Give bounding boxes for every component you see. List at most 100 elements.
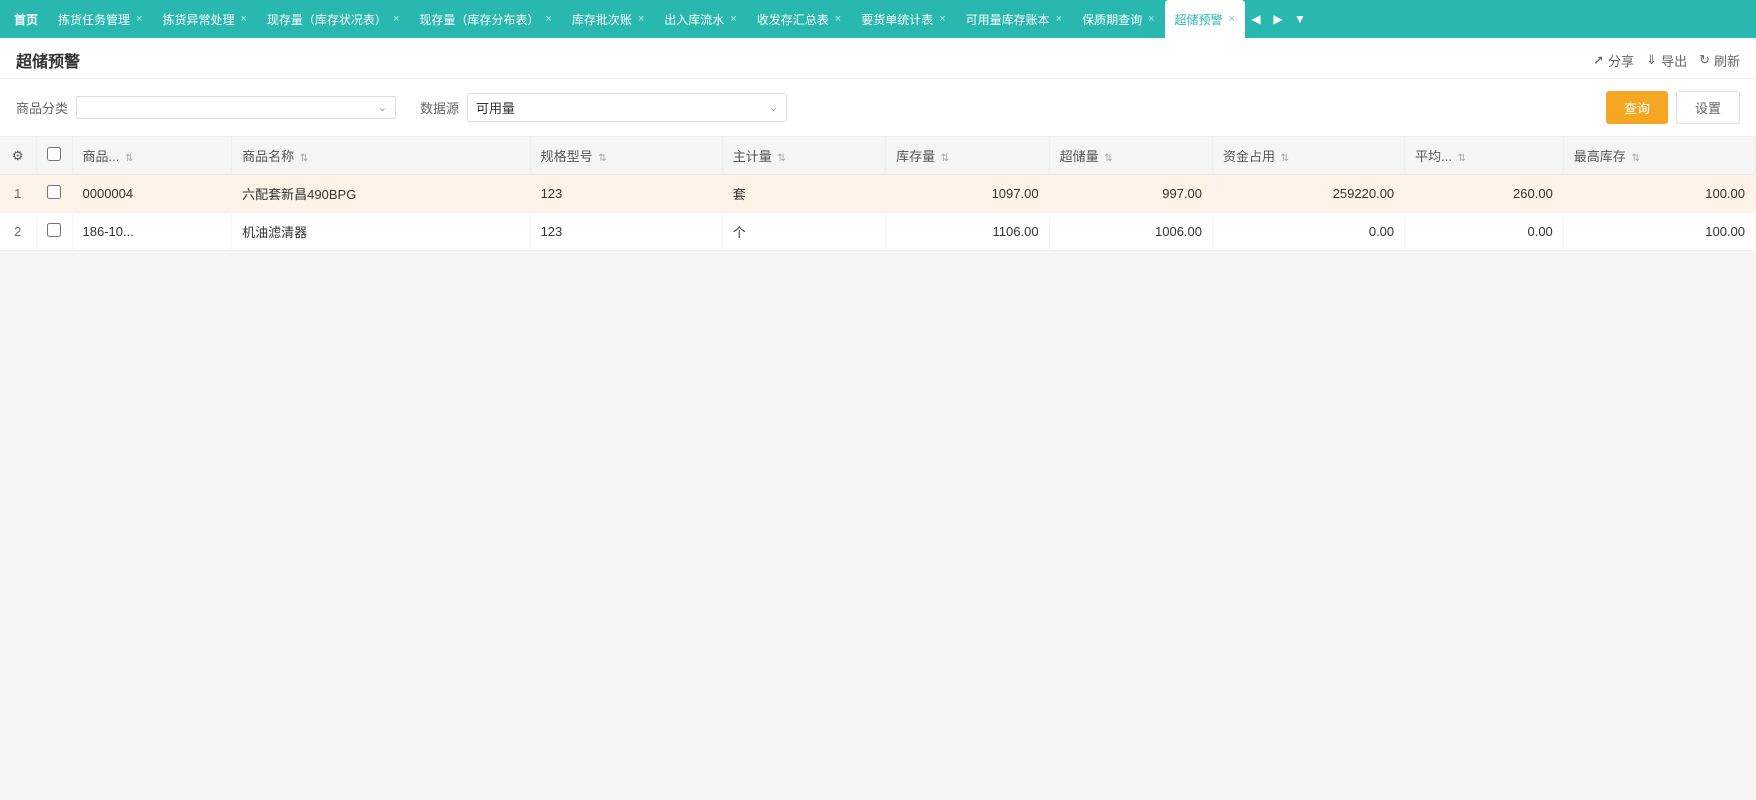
nav-next-arrow[interactable]: ▶ (1267, 0, 1289, 38)
column-stock-label: 库存量 (896, 149, 935, 164)
export-label: 导出 (1661, 51, 1687, 70)
row-checkbox[interactable] (47, 223, 61, 237)
category-label: 商品分类 (16, 98, 68, 117)
filter-buttons: 查询 设置 (1606, 91, 1740, 124)
column-name-label: 商品名称 (242, 149, 294, 164)
column-stock-sort-icon: ⇅ (941, 153, 949, 164)
settings-button[interactable]: 设置 (1676, 91, 1740, 124)
column-name-sort-icon: ⇅ (300, 153, 308, 164)
row-over: 997.00 (1049, 175, 1212, 213)
row-avg: 0.00 (1405, 213, 1564, 251)
column-code[interactable]: 商品... ⇅ (72, 137, 232, 175)
row-stock: 1106.00 (886, 213, 1049, 251)
page-title: 超储预警 (16, 48, 80, 72)
page-header: 超储预警 ➚ 分享 ⇓ 导出 ↻ 刷新 (0, 38, 1756, 79)
column-name[interactable]: 商品名称 ⇅ (232, 137, 530, 175)
nav-tab-expire[interactable]: 保质期查询 × (1072, 0, 1164, 38)
column-over-label: 超储量 (1060, 149, 1099, 164)
export-button[interactable]: ⇓ 导出 (1646, 51, 1687, 70)
row-checkbox[interactable] (47, 185, 61, 199)
nav-tab-exception[interactable]: 拣货异常处理 × (152, 0, 256, 38)
row-max: 100.00 (1563, 213, 1755, 251)
select-all-checkbox[interactable] (47, 147, 61, 161)
nav-tab-exception-close[interactable]: × (240, 13, 246, 25)
column-unit-sort-icon: ⇅ (777, 153, 785, 164)
nav-tab-overstock[interactable]: 超储预警 × (1165, 0, 1245, 38)
datasource-select[interactable]: 可用量 ⌄ (467, 93, 787, 122)
column-unit[interactable]: 主计量 ⇅ (722, 137, 885, 175)
nav-tab-home[interactable]: 首页 (4, 0, 48, 38)
share-label: 分享 (1608, 51, 1634, 70)
nav-tab-avail-close[interactable]: × (1056, 13, 1062, 25)
nav-tab-task[interactable]: 拣货任务管理 × (48, 0, 152, 38)
nav-tab-stock-dist-close[interactable]: × (545, 13, 551, 25)
table-row: 2 186-10... 机油滤清器 123 个 1106.00 1006.00 … (0, 213, 1756, 251)
export-icon: ⇓ (1646, 52, 1657, 68)
nav-tab-expire-close[interactable]: × (1148, 13, 1154, 25)
refresh-button[interactable]: ↻ 刷新 (1699, 51, 1740, 70)
nav-tab-flow[interactable]: 出入库流水 × (654, 0, 746, 38)
category-chevron-icon: ⌄ (378, 101, 387, 114)
column-stock[interactable]: 库存量 ⇅ (886, 137, 1049, 175)
column-settings-gear[interactable]: ⚙ (0, 137, 36, 175)
row-num: 2 (0, 213, 36, 251)
nav-tab-stock-status[interactable]: 现存量（库存状况表） × (257, 0, 409, 38)
nav-tab-overstock-close[interactable]: × (1229, 13, 1235, 25)
nav-tab-order-stat[interactable]: 要货单统计表 × (851, 0, 955, 38)
nav-tab-task-close[interactable]: × (136, 13, 142, 25)
row-checkbox-cell (36, 175, 72, 213)
filter-bar: 商品分类 ⌄ 数据源 可用量 ⌄ 查询 设置 (0, 79, 1756, 137)
nav-tab-avail[interactable]: 可用量库存账本 × (956, 0, 1072, 38)
nav-tab-summary[interactable]: 收发存汇总表 × (747, 0, 851, 38)
datasource-chevron-icon: ⌄ (769, 101, 778, 114)
column-over-sort-icon: ⇅ (1104, 153, 1112, 164)
row-over: 1006.00 (1049, 213, 1212, 251)
nav-tab-order-stat-close[interactable]: × (939, 13, 945, 25)
nav-tab-flow-label: 出入库流水 (664, 11, 724, 28)
row-capital: 259220.00 (1213, 175, 1405, 213)
column-over[interactable]: 超储量 ⇅ (1049, 137, 1212, 175)
row-name: 六配套新昌490BPG (232, 175, 530, 213)
nav-more-arrow[interactable]: ▼ (1289, 0, 1311, 38)
column-avg[interactable]: 平均... ⇅ (1405, 137, 1564, 175)
nav-tab-stock-status-label: 现存量（库存状况表） (267, 11, 387, 28)
nav-tab-summary-close[interactable]: × (835, 13, 841, 25)
nav-tab-home-label: 首页 (14, 11, 38, 28)
row-capital: 0.00 (1213, 213, 1405, 251)
table-body: 1 0000004 六配套新昌490BPG 123 套 1097.00 997.… (0, 175, 1756, 251)
row-unit: 套 (722, 175, 885, 213)
column-capital-label: 资金占用 (1223, 149, 1275, 164)
nav-tab-expire-label: 保质期查询 (1082, 11, 1142, 28)
nav-prev-arrow[interactable]: ◀ (1245, 0, 1267, 38)
column-max[interactable]: 最高库存 ⇅ (1563, 137, 1755, 175)
column-capital[interactable]: 资金占用 ⇅ (1213, 137, 1405, 175)
row-avg: 260.00 (1405, 175, 1564, 213)
share-icon: ➚ (1593, 52, 1604, 68)
category-select[interactable]: ⌄ (76, 96, 396, 119)
datasource-filter: 数据源 可用量 ⌄ (420, 93, 787, 122)
refresh-label: 刷新 (1714, 51, 1740, 70)
top-nav: 首页 拣货任务管理 × 拣货异常处理 × 现存量（库存状况表） × 现存量（库存… (0, 0, 1756, 38)
column-spec[interactable]: 规格型号 ⇅ (530, 137, 722, 175)
share-button[interactable]: ➚ 分享 (1593, 51, 1634, 70)
column-max-sort-icon: ⇅ (1631, 153, 1639, 164)
row-code: 186-10... (72, 213, 232, 251)
nav-tab-flow-close[interactable]: × (730, 13, 736, 25)
row-spec: 123 (530, 175, 722, 213)
query-button[interactable]: 查询 (1606, 91, 1668, 124)
row-name: 机油滤清器 (232, 213, 530, 251)
datasource-value: 可用量 (476, 98, 515, 117)
column-capital-sort-icon: ⇅ (1281, 153, 1289, 164)
nav-tab-stock-dist[interactable]: 现存量（库存分布表） × (409, 0, 561, 38)
nav-tab-batch-close[interactable]: × (638, 13, 644, 25)
table-row: 1 0000004 六配套新昌490BPG 123 套 1097.00 997.… (0, 175, 1756, 213)
nav-tab-batch-label: 库存批次账 (572, 11, 632, 28)
datasource-label: 数据源 (420, 98, 459, 117)
row-unit: 个 (722, 213, 885, 251)
nav-tab-batch[interactable]: 库存批次账 × (562, 0, 654, 38)
column-code-sort-icon: ⇅ (125, 153, 133, 164)
row-checkbox-cell (36, 213, 72, 251)
column-max-label: 最高库存 (1574, 149, 1626, 164)
nav-tab-stock-status-close[interactable]: × (393, 13, 399, 25)
nav-tab-order-stat-label: 要货单统计表 (861, 11, 933, 28)
